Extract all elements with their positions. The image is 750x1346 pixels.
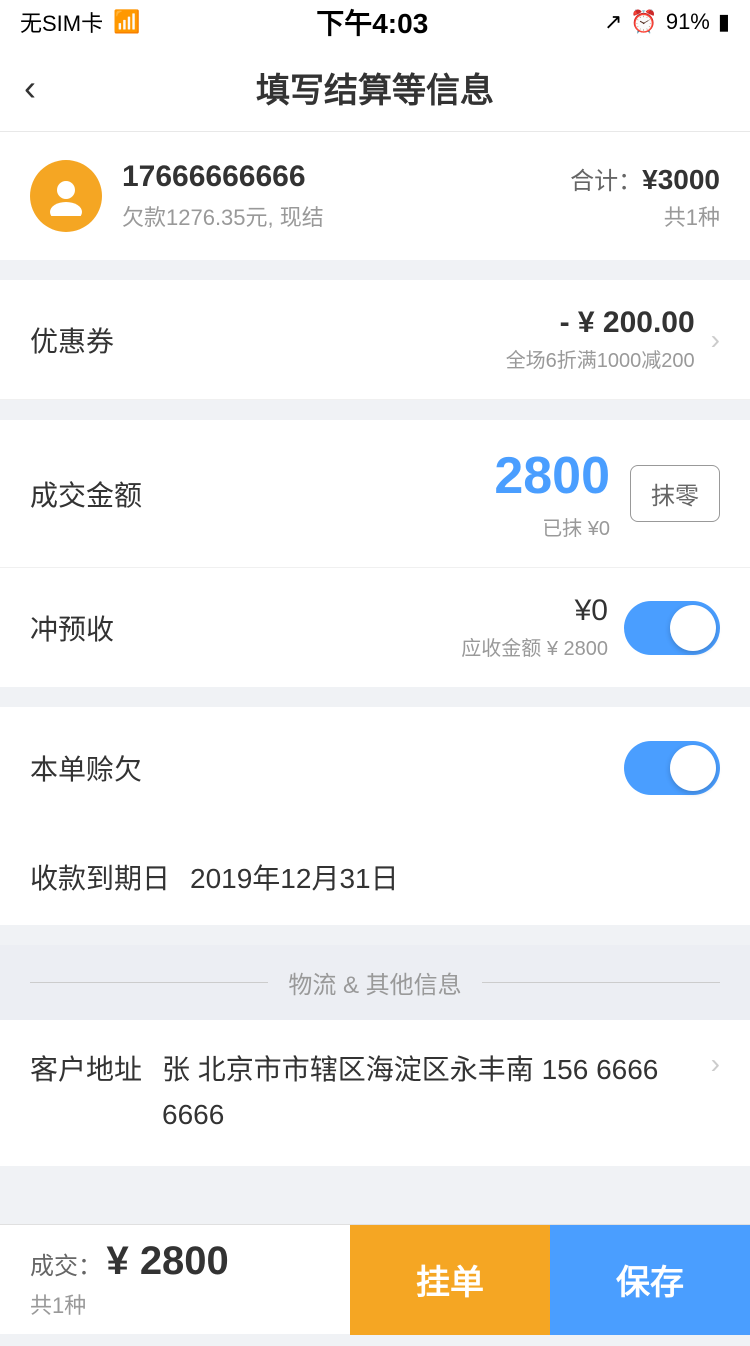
bottom-deal-count: 共1种 bbox=[30, 1288, 320, 1320]
divider-1 bbox=[0, 260, 750, 280]
deal-amount-row: 成交金额 2800 已抹 ¥0 抹零 bbox=[0, 420, 750, 568]
due-date-value: 2019年12月31日 bbox=[190, 857, 399, 897]
coupon-label: 优惠券 bbox=[30, 320, 114, 360]
divider-3 bbox=[0, 687, 750, 707]
status-left: 无SIM卡 📶 bbox=[20, 6, 141, 38]
pre-receipt-sub-amount: 应收金额 ¥ 2800 bbox=[461, 632, 608, 661]
bottom-deal-info: 成交： ¥ 2800 共1种 bbox=[0, 1239, 350, 1320]
address-value: 张 北京市市辖区海淀区永丰南 156 6666 6666 bbox=[162, 1048, 711, 1138]
pre-receipt-toggle[interactable] bbox=[624, 601, 720, 655]
avatar bbox=[30, 160, 102, 232]
customer-debt-info: 欠款1276.35元, 现结 bbox=[122, 200, 324, 232]
bottom-deal-amount: ¥ 2800 bbox=[106, 1239, 228, 1283]
pre-receipt-main-amount: ¥0 bbox=[461, 594, 608, 628]
customer-left: 17666666666 欠款1276.35元, 现结 bbox=[30, 160, 324, 232]
page-title: 填写结算等信息 bbox=[256, 63, 494, 112]
round-zero-button[interactable]: 抹零 bbox=[630, 465, 720, 522]
deal-section: 成交金额 2800 已抹 ¥0 抹零 冲预收 ¥0 应收金额 ¥ 2800 bbox=[0, 420, 750, 687]
debt-label: 本单赊欠 bbox=[30, 748, 142, 788]
status-bar: 无SIM卡 📶 下午4:03 ↗ ⏰ 91% ▮ bbox=[0, 0, 750, 44]
battery-icon: ▮ bbox=[718, 9, 730, 35]
deal-amount-info: 2800 已抹 ¥0 bbox=[494, 446, 610, 541]
deal-amount-label: 成交金额 bbox=[30, 474, 142, 514]
header-line-right bbox=[482, 982, 720, 983]
total-label: 合计：¥3000 bbox=[570, 161, 720, 196]
bottom-bar: 成交： ¥ 2800 共1种 挂单 保存 bbox=[0, 1224, 750, 1334]
divider-4 bbox=[0, 925, 750, 945]
deal-amount-right: 2800 已抹 ¥0 抹零 bbox=[494, 446, 720, 541]
carrier-text: 无SIM卡 bbox=[20, 6, 103, 38]
save-button[interactable]: 保存 bbox=[550, 1225, 750, 1335]
location-icon: ↗ bbox=[604, 9, 622, 35]
customer-card: 17666666666 欠款1276.35元, 现结 合计：¥3000 共1种 bbox=[0, 132, 750, 260]
coupon-info: - ¥ 200.00 全场6折满1000减200 bbox=[506, 306, 695, 373]
status-right: ↗ ⏰ 91% ▮ bbox=[604, 9, 730, 35]
bottom-deal-label: 成交： bbox=[30, 1253, 102, 1280]
address-row[interactable]: 客户地址 张 北京市市辖区海淀区永丰南 156 6666 6666 › bbox=[0, 1020, 750, 1166]
customer-total: 合计：¥3000 共1种 bbox=[570, 161, 720, 232]
alarm-icon: ⏰ bbox=[630, 9, 657, 35]
coupon-right: - ¥ 200.00 全场6折满1000减200 › bbox=[506, 306, 720, 373]
total-count: 共1种 bbox=[570, 200, 720, 232]
back-button[interactable]: ‹ bbox=[24, 67, 36, 109]
customer-info: 17666666666 欠款1276.35元, 现结 bbox=[122, 160, 324, 232]
battery-text: 91% bbox=[666, 9, 710, 35]
divider-2 bbox=[0, 400, 750, 420]
pre-receipt-row: 冲预收 ¥0 应收金额 ¥ 2800 bbox=[0, 568, 750, 687]
address-chevron-icon: › bbox=[711, 1048, 720, 1080]
bottom-deal-label-row: 成交： ¥ 2800 bbox=[30, 1239, 320, 1284]
hang-order-button[interactable]: 挂单 bbox=[350, 1225, 550, 1335]
due-date-row: 收款到期日 2019年12月31日 bbox=[0, 829, 750, 925]
coupon-row[interactable]: 优惠券 - ¥ 200.00 全场6折满1000减200 › bbox=[0, 280, 750, 400]
customer-phone: 17666666666 bbox=[122, 160, 324, 194]
debt-row: 本单赊欠 bbox=[0, 707, 750, 829]
status-time: 下午4:03 bbox=[316, 2, 428, 42]
wifi-icon: 📶 bbox=[113, 9, 140, 35]
address-label: 客户地址 bbox=[30, 1048, 142, 1093]
pre-receipt-amount: ¥0 应收金额 ¥ 2800 bbox=[461, 594, 608, 661]
deal-amount-value: 2800 bbox=[494, 446, 610, 506]
debt-toggle[interactable] bbox=[624, 741, 720, 795]
nav-bar: ‹ 填写结算等信息 bbox=[0, 44, 750, 132]
logistics-section-header: 物流 & 其他信息 bbox=[0, 945, 750, 1020]
coupon-desc: 全场6折满1000减200 bbox=[506, 344, 695, 373]
due-date-label: 收款到期日 bbox=[30, 857, 170, 897]
logistics-header-text: 物流 & 其他信息 bbox=[288, 965, 461, 1000]
pre-receipt-label: 冲预收 bbox=[30, 608, 114, 648]
coupon-amount: - ¥ 200.00 bbox=[506, 306, 695, 340]
chevron-right-icon: › bbox=[711, 324, 720, 356]
pre-receipt-right: ¥0 应收金额 ¥ 2800 bbox=[461, 594, 720, 661]
deal-amount-sub: 已抹 ¥0 bbox=[494, 512, 610, 541]
header-line-left bbox=[30, 982, 268, 983]
main-content: 17666666666 欠款1276.35元, 现结 合计：¥3000 共1种 … bbox=[0, 132, 750, 1346]
